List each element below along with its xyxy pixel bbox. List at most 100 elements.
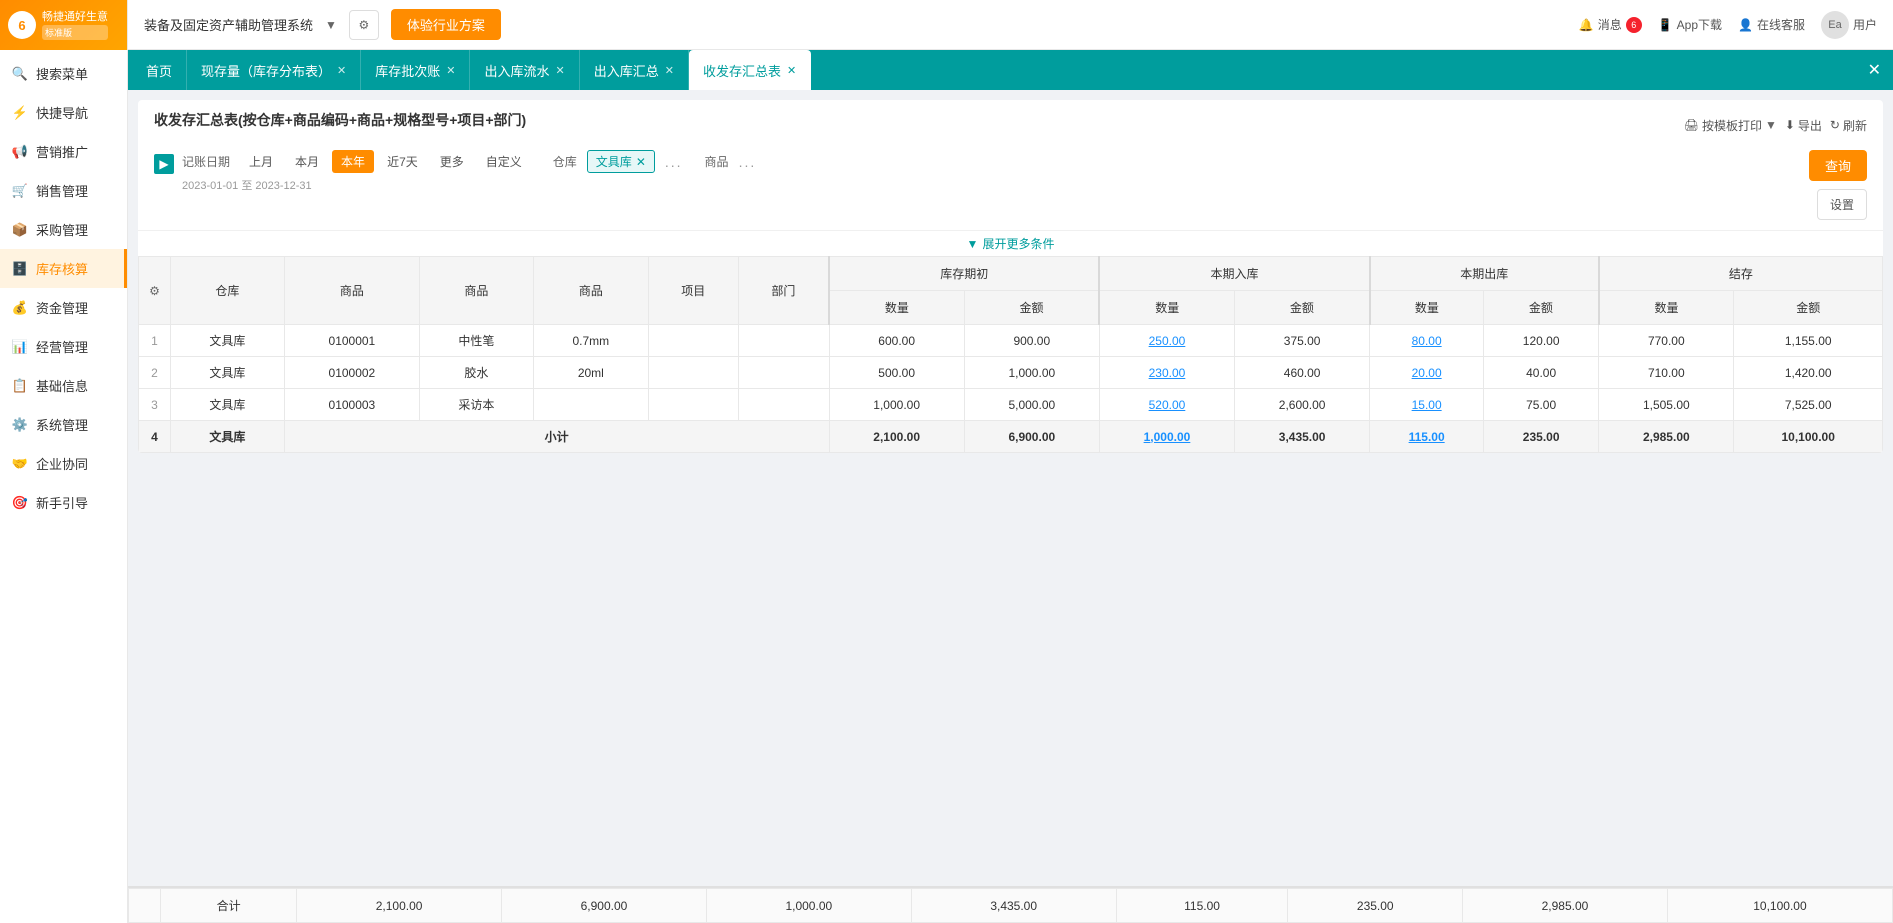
date-btn-this-year[interactable]: 本年 bbox=[332, 150, 374, 173]
system-dropdown-arrow[interactable]: ▼ bbox=[325, 18, 337, 32]
print-label: 按模板打印 bbox=[1702, 117, 1762, 134]
row-num: 2 bbox=[139, 357, 171, 389]
sales-icon: 🛒 bbox=[12, 183, 28, 199]
subtotal-row: 4 文具库 小计 2,100.00 6,900.00 1,000.00 3,43… bbox=[139, 421, 1883, 453]
row-out-qty[interactable]: 15.00 bbox=[1370, 389, 1484, 421]
th-closing-qty: 数量 bbox=[1599, 291, 1734, 325]
user-action[interactable]: Ea 用户 bbox=[1821, 11, 1877, 39]
date-btn-custom[interactable]: 自定义 bbox=[477, 150, 531, 173]
app-title: 畅捷通好生意 bbox=[42, 10, 108, 24]
table-settings-icon[interactable]: ⚙ bbox=[149, 284, 160, 298]
sidebar-item-quick-nav[interactable]: ⚡ 快捷导航 bbox=[0, 93, 127, 132]
filter-actions: 查询 设置 bbox=[1809, 150, 1867, 220]
row-num: 1 bbox=[139, 325, 171, 357]
settings-button[interactable]: 设置 bbox=[1817, 189, 1867, 220]
tab-recv-send[interactable]: 收发存汇总表 ✕ bbox=[689, 50, 811, 90]
date-btn-more[interactable]: 更多 bbox=[431, 150, 473, 173]
sidebar-item-label: 企业协同 bbox=[36, 454, 88, 473]
row-opening-amt: 900.00 bbox=[964, 325, 1099, 357]
row-closing-amt: 7,525.00 bbox=[1734, 389, 1883, 421]
sidebar-item-inventory[interactable]: 🗄️ 库存核算 bbox=[0, 249, 127, 288]
row-in-qty[interactable]: 250.00 bbox=[1099, 325, 1234, 357]
export-btn[interactable]: ⬇ 导出 bbox=[1785, 117, 1822, 134]
warehouse-tag-close[interactable]: ✕ bbox=[636, 155, 646, 169]
tab-stock-dist[interactable]: 现存量（库存分布表） ✕ bbox=[187, 50, 361, 90]
sidebar-item-operations[interactable]: 📊 经营管理 bbox=[0, 327, 127, 366]
topbar: 装备及固定资产辅助管理系统 ▼ ⚙ 体验行业方案 🔔 消息 6 📱 App下载 … bbox=[128, 0, 1893, 50]
row-out-qty[interactable]: 80.00 bbox=[1370, 325, 1484, 357]
refresh-btn[interactable]: ↻ 刷新 bbox=[1830, 117, 1867, 134]
page-title: 收发存汇总表(按仓库+商品编码+商品+规格型号+项目+部门) bbox=[154, 110, 526, 130]
product-more-btn[interactable]: ... bbox=[739, 154, 757, 170]
sidebar-item-marketing[interactable]: 📢 营销推广 bbox=[0, 132, 127, 171]
sidebar-item-purchase[interactable]: 📦 采购管理 bbox=[0, 210, 127, 249]
query-button[interactable]: 查询 bbox=[1809, 150, 1867, 181]
tab-inout-summary-close[interactable]: ✕ bbox=[665, 64, 674, 77]
th-product-spec: 商品 bbox=[533, 257, 648, 325]
quick-nav-icon: ⚡ bbox=[12, 105, 28, 121]
sidebar-item-enterprise[interactable]: 🤝 企业协同 bbox=[0, 444, 127, 483]
total-opening-amt: 6,900.00 bbox=[502, 889, 707, 923]
print-btn[interactable]: 🖨 按模板打印 ▼ bbox=[1684, 117, 1777, 134]
sidebar-item-guide[interactable]: 🎯 新手引导 bbox=[0, 483, 127, 522]
row-project bbox=[648, 389, 738, 421]
warehouse-more-btn[interactable]: ... bbox=[665, 154, 683, 170]
settings-gear-btn[interactable]: ⚙ bbox=[349, 10, 379, 40]
tab-stock-dist-close[interactable]: ✕ bbox=[337, 64, 346, 77]
sidebar-item-finance[interactable]: 💰 资金管理 bbox=[0, 288, 127, 327]
date-btn-this-month[interactable]: 本月 bbox=[286, 150, 328, 173]
tab-recv-send-close[interactable]: ✕ bbox=[787, 64, 796, 77]
subtotal-closing-amt: 10,100.00 bbox=[1734, 421, 1883, 453]
refresh-icon: ↻ bbox=[1830, 118, 1840, 132]
date-btn-7days[interactable]: 近7天 bbox=[378, 150, 427, 173]
row-in-qty[interactable]: 520.00 bbox=[1099, 389, 1234, 421]
row-in-qty[interactable]: 230.00 bbox=[1099, 357, 1234, 389]
subtotal-in-qty[interactable]: 1,000.00 bbox=[1099, 421, 1234, 453]
subtotal-opening-qty: 2,100.00 bbox=[829, 421, 964, 453]
sidebar-item-system[interactable]: ⚙️ 系统管理 bbox=[0, 405, 127, 444]
tabs-close-all[interactable]: ✕ bbox=[1860, 60, 1889, 80]
th-out-amt: 金额 bbox=[1484, 291, 1599, 325]
total-row: 合计 2,100.00 6,900.00 1,000.00 3,435.00 1… bbox=[129, 889, 1893, 923]
tab-batch[interactable]: 库存批次账 ✕ bbox=[361, 50, 470, 90]
date-btn-last-month[interactable]: 上月 bbox=[240, 150, 282, 173]
row-num: 3 bbox=[139, 389, 171, 421]
row-product-spec: 0.7mm bbox=[533, 325, 648, 357]
topbar-actions: 🔔 消息 6 📱 App下载 👤 在线客服 Ea 用户 bbox=[1579, 11, 1877, 39]
tab-inout-summary[interactable]: 出入库汇总 ✕ bbox=[580, 50, 689, 90]
tab-inout-flow-close[interactable]: ✕ bbox=[556, 64, 565, 77]
subtotal-out-qty[interactable]: 115.00 bbox=[1370, 421, 1484, 453]
sidebar-item-search[interactable]: 🔍 搜索菜单 bbox=[0, 54, 127, 93]
tab-home[interactable]: 首页 bbox=[132, 50, 187, 90]
app-download-action[interactable]: 📱 App下载 bbox=[1658, 16, 1722, 33]
bell-icon: 🔔 bbox=[1579, 18, 1594, 32]
tab-inout-flow-label: 出入库流水 bbox=[484, 61, 549, 80]
system-icon: ⚙️ bbox=[12, 417, 28, 433]
tab-inout-summary-label: 出入库汇总 bbox=[594, 61, 659, 80]
row-in-amt: 375.00 bbox=[1235, 325, 1370, 357]
sidebar-item-basic-info[interactable]: 📋 基础信息 bbox=[0, 366, 127, 405]
system-title: 装备及固定资产辅助管理系统 bbox=[144, 15, 313, 34]
tab-recv-send-label: 收发存汇总表 bbox=[703, 61, 781, 80]
filter-toggle-btn[interactable]: ▶ bbox=[154, 154, 174, 174]
guide-icon: 🎯 bbox=[12, 495, 28, 511]
date-range-display: 2023-01-01 至 2023-12-31 bbox=[182, 180, 312, 192]
filter-area: ▶ 记账日期 上月 本月 本年 近7天 更多 自定义 bbox=[138, 140, 1883, 230]
notification-action[interactable]: 🔔 消息 6 bbox=[1579, 16, 1642, 33]
filter-body: 记账日期 上月 本月 本年 近7天 更多 自定义 仓库 文具库 bbox=[182, 150, 1801, 193]
expand-filters-row[interactable]: ▼ 展开更多条件 bbox=[138, 230, 1883, 256]
print-dropdown-icon: ▼ bbox=[1765, 118, 1777, 132]
row-opening-amt: 5,000.00 bbox=[964, 389, 1099, 421]
service-icon: 👤 bbox=[1738, 18, 1753, 32]
total-in-qty: 1,000.00 bbox=[706, 889, 911, 923]
search-icon: 🔍 bbox=[12, 66, 28, 82]
trial-button[interactable]: 体验行业方案 bbox=[391, 9, 501, 40]
content-area: 收发存汇总表(按仓库+商品编码+商品+规格型号+项目+部门) 🖨 按模板打印 ▼… bbox=[128, 90, 1893, 886]
row-out-amt: 120.00 bbox=[1484, 325, 1599, 357]
online-service-action[interactable]: 👤 在线客服 bbox=[1738, 16, 1805, 33]
tab-inout-flow[interactable]: 出入库流水 ✕ bbox=[470, 50, 579, 90]
subtotal-out-amt: 235.00 bbox=[1484, 421, 1599, 453]
row-out-qty[interactable]: 20.00 bbox=[1370, 357, 1484, 389]
tab-batch-close[interactable]: ✕ bbox=[446, 64, 455, 77]
sidebar-item-sales[interactable]: 🛒 销售管理 bbox=[0, 171, 127, 210]
